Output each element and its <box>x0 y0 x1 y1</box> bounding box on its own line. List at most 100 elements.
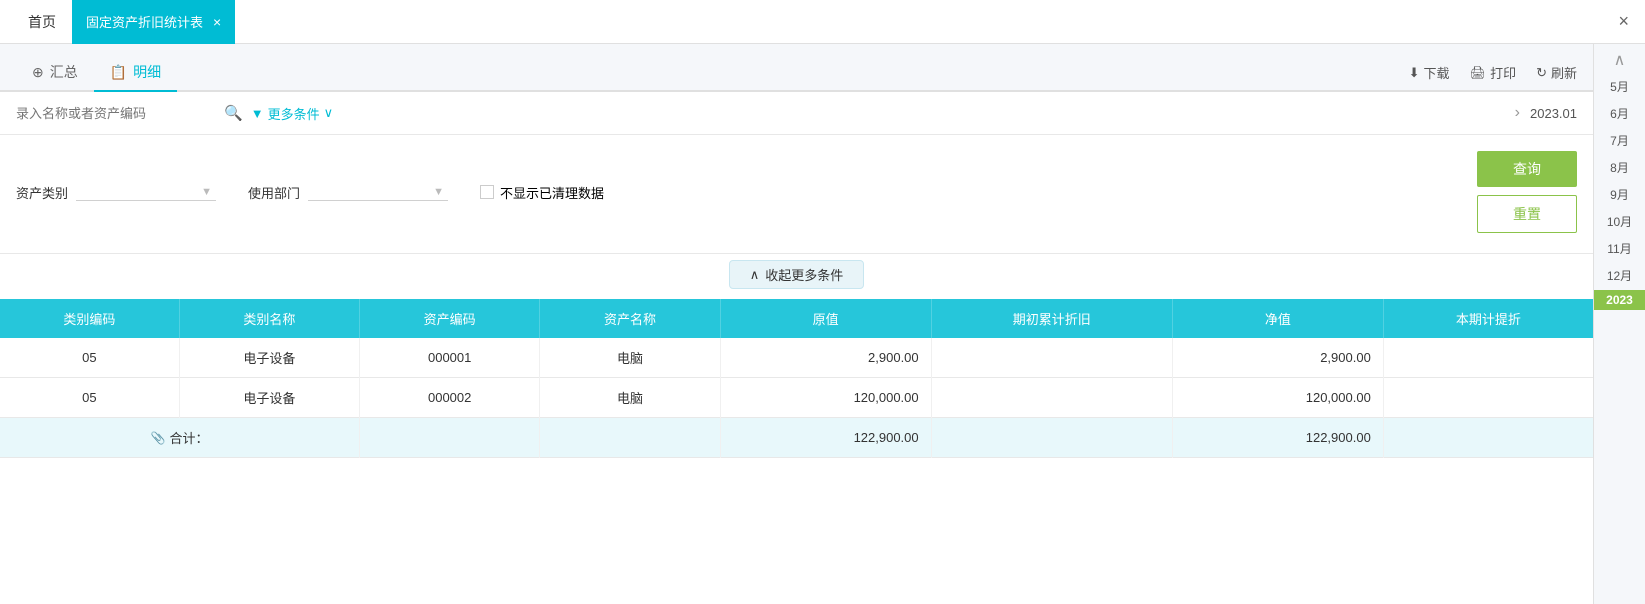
refresh-button[interactable]: ↻ 刷新 <box>1536 63 1577 82</box>
filter-area: 资产类别 ▼ 使用部门 ▼ 不显示已清理数据 <box>0 135 1593 254</box>
sidebar-month-10[interactable]: 10月 <box>1594 209 1645 234</box>
date-nav-arrow[interactable]: › <box>1509 102 1526 124</box>
total-empty-1 <box>360 418 540 458</box>
top-nav: 首页 固定资产折旧统计表 × × <box>0 0 1645 44</box>
data-table-container[interactable]: 类别编码 类别名称 资产编码 资产名称 原值 期初累计折旧 净值 本期计提折 0… <box>0 299 1593 604</box>
detail-icon: 📋 <box>110 64 127 81</box>
print-button[interactable]: 🖨 打印 <box>1470 63 1517 82</box>
cell-net-value: 2,900.00 <box>1172 338 1383 378</box>
sidebar-year-label: 2023 <box>1594 290 1645 310</box>
collapse-bar: ∧ 收起更多条件 <box>0 254 1593 299</box>
table-row: 05 电子设备 000002 电脑 120,000.00 120,000.00 <box>0 378 1593 418</box>
search-input[interactable] <box>16 106 216 121</box>
cell-accumulated-depreciation <box>931 378 1172 418</box>
active-nav-tab[interactable]: 固定资产折旧统计表 × <box>72 0 235 44</box>
sidebar-up-button[interactable]: ∧ <box>1614 48 1626 72</box>
col-header-category-code: 类别编码 <box>0 299 179 338</box>
col-header-accumulated-depreciation: 期初累计折旧 <box>931 299 1172 338</box>
chevron-down-icon: ∨ <box>324 105 334 121</box>
total-net-value: 122,900.00 <box>1172 418 1383 458</box>
date-value: 2023.01 <box>1530 106 1577 121</box>
sub-tabs-bar: ⊕ 汇总 📋 明细 ⬇ 下载 🖨 打印 ↻ 刷新 <box>0 44 1593 92</box>
sidebar-month-12[interactable]: 12月 <box>1594 263 1645 288</box>
sidebar-month-5[interactable]: 5月 <box>1594 74 1645 99</box>
download-icon: ⬇ <box>1409 65 1420 81</box>
cell-current-depreciation <box>1383 378 1593 418</box>
query-button[interactable]: 查询 <box>1477 151 1577 187</box>
col-header-category-name: 类别名称 <box>179 299 359 338</box>
department-label: 使用部门 <box>248 183 300 202</box>
cell-asset-name: 电脑 <box>540 378 720 418</box>
col-header-original-value: 原值 <box>720 299 931 338</box>
asset-category-label: 资产类别 <box>16 183 68 202</box>
cell-current-depreciation <box>1383 338 1593 378</box>
refresh-icon: ↻ <box>1536 65 1547 81</box>
hide-cleared-checkbox-group: 不显示已清理数据 <box>480 183 604 202</box>
filter-row: 资产类别 ▼ 使用部门 ▼ 不显示已清理数据 <box>16 151 1577 233</box>
download-label: 下载 <box>1424 63 1450 82</box>
total-original-value: 122,900.00 <box>720 418 931 458</box>
table-row: 05 电子设备 000001 电脑 2,900.00 2,900.00 <box>0 338 1593 378</box>
hide-cleared-label: 不显示已清理数据 <box>500 183 604 202</box>
sidebar-month-9[interactable]: 9月 <box>1594 182 1645 207</box>
download-button[interactable]: ⬇ 下载 <box>1409 63 1450 82</box>
sidebar-month-8[interactable]: 8月 <box>1594 155 1645 180</box>
hide-cleared-checkbox[interactable] <box>480 185 494 199</box>
col-header-net-value: 净值 <box>1172 299 1383 338</box>
cell-asset-name: 电脑 <box>540 338 720 378</box>
data-table: 类别编码 类别名称 资产编码 资产名称 原值 期初累计折旧 净值 本期计提折 0… <box>0 299 1593 458</box>
window-close-icon[interactable]: × <box>1618 11 1629 32</box>
asset-category-select[interactable]: ▼ <box>76 184 216 201</box>
collapse-button[interactable]: ∧ 收起更多条件 <box>729 260 865 289</box>
cell-original-value: 2,900.00 <box>720 338 931 378</box>
cell-category-name: 电子设备 <box>179 378 359 418</box>
tab-summary[interactable]: ⊕ 汇总 <box>16 54 94 92</box>
right-sidebar: ∧ 5月 6月 7月 8月 9月 10月 11月 12月 2023 <box>1593 44 1645 604</box>
toolbar-right: ⬇ 下载 🖨 打印 ↻ 刷新 <box>1409 63 1577 90</box>
cell-category-code: 05 <box>0 338 179 378</box>
content-area: ⊕ 汇总 📋 明细 ⬇ 下载 🖨 打印 ↻ 刷新 <box>0 44 1593 604</box>
sidebar-month-11[interactable]: 11月 <box>1594 236 1645 261</box>
filter-actions: 查询 重置 <box>1477 151 1577 233</box>
collapse-label: 收起更多条件 <box>765 265 843 284</box>
asset-category-filter: 资产类别 ▼ <box>16 183 216 202</box>
cell-original-value: 120,000.00 <box>720 378 931 418</box>
home-nav-item[interactable]: 首页 <box>16 12 68 32</box>
search-bar: 🔍 ▼ 更多条件 ∨ › 2023.01 <box>0 92 1593 135</box>
print-icon: 🖨 <box>1470 65 1487 81</box>
total-row: 📎 合计： 122,900.00 122,900.00 <box>0 418 1593 458</box>
collapse-icon: ∧ <box>750 267 760 283</box>
sidebar-month-6[interactable]: 6月 <box>1594 101 1645 126</box>
main-layout: ⊕ 汇总 📋 明细 ⬇ 下载 🖨 打印 ↻ 刷新 <box>0 44 1645 604</box>
tab-summary-label: 汇总 <box>50 62 78 82</box>
asset-category-arrow-icon: ▼ <box>201 186 212 198</box>
cell-net-value: 120,000.00 <box>1172 378 1383 418</box>
cell-accumulated-depreciation <box>931 338 1172 378</box>
tab-detail-label: 明细 <box>133 62 161 82</box>
sidebar-month-7[interactable]: 7月 <box>1594 128 1645 153</box>
cell-asset-code: 000001 <box>360 338 540 378</box>
nav-tab-close-icon[interactable]: × <box>213 14 221 30</box>
total-empty-2 <box>540 418 720 458</box>
cell-category-name: 电子设备 <box>179 338 359 378</box>
print-label: 打印 <box>1490 63 1516 82</box>
search-icon[interactable]: 🔍 <box>224 104 243 122</box>
total-label-cell: 📎 合计： <box>0 418 360 458</box>
more-conditions-button[interactable]: ▼ 更多条件 ∨ <box>251 104 333 123</box>
tab-detail[interactable]: 📋 明细 <box>94 54 177 92</box>
department-select[interactable]: ▼ <box>308 184 448 201</box>
col-header-current-depreciation: 本期计提折 <box>1383 299 1593 338</box>
cell-asset-code: 000002 <box>360 378 540 418</box>
total-label-text: 合计： <box>169 428 208 447</box>
refresh-label: 刷新 <box>1551 63 1577 82</box>
total-accumulated-depreciation <box>931 418 1172 458</box>
filter-icon: ▼ <box>251 106 264 121</box>
col-header-asset-code: 资产编码 <box>360 299 540 338</box>
more-conditions-label: 更多条件 <box>268 104 320 123</box>
total-current-depreciation <box>1383 418 1593 458</box>
cell-category-code: 05 <box>0 378 179 418</box>
nav-tab-label: 固定资产折旧统计表 <box>86 12 203 31</box>
department-filter: 使用部门 ▼ <box>248 183 448 202</box>
reset-button[interactable]: 重置 <box>1477 195 1577 233</box>
table-header-row: 类别编码 类别名称 资产编码 资产名称 原值 期初累计折旧 净值 本期计提折 <box>0 299 1593 338</box>
